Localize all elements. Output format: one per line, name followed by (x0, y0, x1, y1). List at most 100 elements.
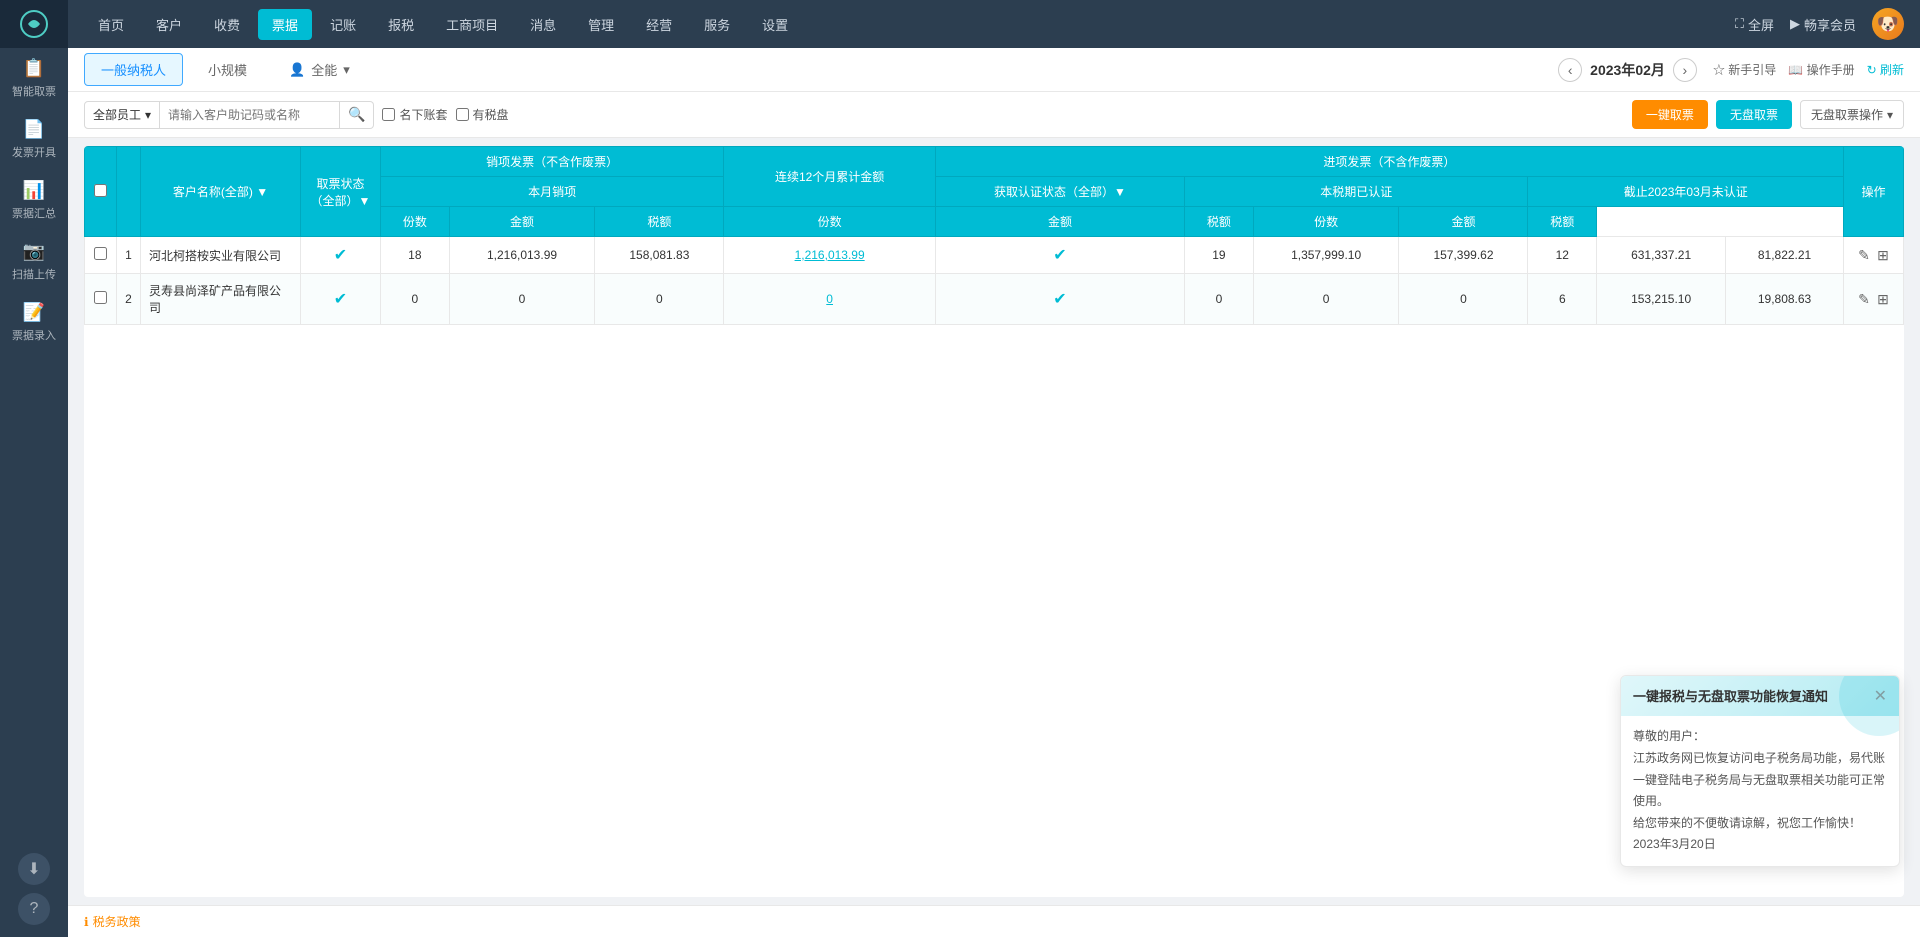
sidebar-item-label-scan-upload: 扫描上传 (12, 266, 56, 282)
no-disk-ops-btn[interactable]: 无盘取票操作 ▾ (1800, 100, 1904, 129)
notif-decor-shape (1839, 676, 1899, 736)
new-guide-btn[interactable]: ☆ 新手引导 (1713, 61, 1776, 78)
no-disk-ticket-btn[interactable]: 无盘取票 (1716, 100, 1792, 129)
th-status-label: 取票状态（全部）▼ (311, 177, 371, 208)
row1-uncert-amount: 631,337.21 (1597, 237, 1726, 274)
nav-message[interactable]: 消息 (516, 9, 570, 40)
sidebar: 📋 智能取票 📄 发票开具 📊 票据汇总 📷 扫描上传 📝 票据录入 ⬇ ? (0, 0, 68, 937)
notif-line3: 给您带来的不便敬请谅解，祝您工作愉快！ (1633, 813, 1887, 835)
manual-btn[interactable]: 📖 操作手册 (1788, 61, 1854, 78)
row2-uncert-amount: 153,215.10 (1597, 274, 1726, 325)
one-click-ticket-btn[interactable]: 一键取票 (1632, 100, 1708, 129)
notif-decor (1819, 676, 1899, 736)
tax-disk-checkbox-label[interactable]: 有税盘 (456, 106, 509, 123)
select-all-checkbox[interactable] (94, 184, 107, 197)
nav-operations[interactable]: 经营 (632, 9, 686, 40)
tax-policy-link[interactable]: ℹ 税务政策 (84, 913, 141, 930)
nav-ticket[interactable]: 票据 (258, 9, 312, 40)
tab-small-scale-label: 小规模 (208, 60, 247, 79)
th-sales-month: 本月销项 (381, 177, 724, 207)
nav-accounting[interactable]: 记账 (316, 9, 370, 40)
sidebar-download-btn[interactable]: ⬇ (18, 853, 50, 885)
row2-sales-amount: 0 (449, 274, 595, 325)
fullscreen-btn[interactable]: ⛶ 全屏 (1735, 15, 1774, 34)
tab-small-scale[interactable]: 小规模 (191, 53, 264, 86)
row1-cert-amount: 1,357,999.10 (1253, 237, 1399, 274)
tab-general-taxpayer-label: 一般纳税人 (101, 60, 166, 79)
row1-sales-tax: 158,081.83 (595, 237, 724, 274)
nav-tax[interactable]: 报税 (374, 9, 428, 40)
th-uncert-count: 份数 (1253, 207, 1399, 237)
row2-checkbox[interactable] (85, 274, 117, 325)
employee-selector[interactable]: 全部员工 ▾ (84, 101, 160, 129)
smart-ticket-icon: 📋 (23, 58, 45, 79)
tax-disk-checkbox[interactable] (456, 108, 469, 121)
row2-cert-count: 0 (1185, 274, 1254, 325)
nav-commerce[interactable]: 工商项目 (432, 9, 512, 40)
row1-edit-icon[interactable]: ✎ (1858, 247, 1870, 263)
row1-checkbox[interactable] (85, 237, 117, 274)
nav-manage[interactable]: 管理 (574, 9, 628, 40)
customer-search-input[interactable] (160, 101, 340, 129)
tab-nav-right: ☆ 新手引导 📖 操作手册 ↻ 刷新 (1713, 61, 1904, 78)
tab-all-capability[interactable]: 👤 全能 ▾ (272, 53, 367, 86)
row1-cert-status: ✔ (935, 237, 1184, 274)
th-customer-label: 客户名称(全部) ▼ (173, 185, 268, 199)
topnav-right: ⛶ 全屏 ▶ 畅享会员 🐶 (1735, 8, 1904, 40)
row2-cert-status: ✔ (935, 274, 1184, 325)
tab-general-taxpayer[interactable]: 一般纳税人 (84, 53, 183, 86)
row1-sales-count: 18 (381, 237, 450, 274)
search-icon: 🔍 (348, 106, 365, 123)
row1-status: ✔ (301, 237, 381, 274)
notif-title: 一键报税与无盘取票功能恢复通知 (1633, 686, 1828, 705)
notif-body: 尊敬的用户： 江苏政务网已恢复访问电子税务局功能，易代账一键登陆电子税务局与无盘… (1621, 716, 1899, 866)
refresh-icon: ↻ (1867, 63, 1877, 77)
notif-header: 一键报税与无盘取票功能恢复通知 ✕ (1621, 676, 1899, 716)
sidebar-item-invoice-issue[interactable]: 📄 发票开具 (0, 109, 68, 170)
sidebar-bottom: ⬇ ? (18, 853, 50, 937)
ticket-summary-icon: 📊 (23, 180, 45, 201)
fullscreen-label: 全屏 (1748, 15, 1774, 34)
row1-cert-count: 19 (1185, 237, 1254, 274)
nav-fee[interactable]: 收费 (200, 9, 254, 40)
manual-icon: 📖 (1788, 63, 1803, 77)
refresh-btn[interactable]: ↻ 刷新 (1867, 61, 1904, 78)
sidebar-item-ticket-entry[interactable]: 📝 票据录入 (0, 292, 68, 353)
sidebar-item-smart-ticket[interactable]: 📋 智能取票 (0, 48, 68, 109)
account-checkbox[interactable] (382, 108, 395, 121)
sidebar-help-btn[interactable]: ? (18, 893, 50, 925)
row1-view-icon[interactable]: ⊞ (1877, 247, 1889, 263)
th-sales-group: 销项发票（不含作废票） (381, 147, 724, 177)
row2-view-icon[interactable]: ⊞ (1877, 291, 1889, 307)
nav-home[interactable]: 首页 (84, 9, 138, 40)
person-icon: 👤 (289, 62, 305, 78)
top-nav: 首页 客户 收费 票据 记账 报税 工商项目 消息 管理 经营 服务 设置 ⛶ … (68, 0, 1920, 48)
th-action: 操作 (1844, 147, 1904, 237)
th-sales-amount: 金额 (449, 207, 595, 237)
th-no (117, 147, 141, 237)
row1-no: 1 (117, 237, 141, 274)
search-button[interactable]: 🔍 (340, 101, 374, 129)
notif-date: 2023年3月20日 (1633, 834, 1887, 856)
table-row: 2 灵寿县尚泽矿产品有限公司 ✔ 0 0 0 0 ✔ 0 0 0 6 153,2… (85, 274, 1904, 325)
next-month-btn[interactable]: › (1673, 58, 1697, 82)
row1-status-icon: ✔ (334, 247, 347, 264)
th-checkbox (85, 147, 117, 237)
toolbar: 全部员工 ▾ 🔍 名下账套 有税盘 一键取票 无盘取票 无盘取票 (68, 92, 1920, 138)
sidebar-item-ticket-summary[interactable]: 📊 票据汇总 (0, 170, 68, 231)
th-purchase-uncert: 截止2023年03月未认证 (1528, 177, 1844, 207)
nav-customer[interactable]: 客户 (142, 9, 196, 40)
row2-edit-icon[interactable]: ✎ (1858, 291, 1870, 307)
user-avatar[interactable]: 🐶 (1872, 8, 1904, 40)
fullscreen-icon: ⛶ (1735, 16, 1744, 32)
nav-settings[interactable]: 设置 (748, 9, 802, 40)
th-cert-count: 份数 (724, 207, 936, 237)
sidebar-item-scan-upload[interactable]: 📷 扫描上传 (0, 231, 68, 292)
row2-status: ✔ (301, 274, 381, 325)
sidebar-item-label-ticket-entry: 票据录入 (12, 327, 56, 343)
vip-btn[interactable]: ▶ 畅享会员 (1790, 15, 1856, 34)
account-checkbox-label[interactable]: 名下账套 (382, 106, 447, 123)
row1-sales-amount: 1,216,013.99 (449, 237, 595, 274)
prev-month-btn[interactable]: ‹ (1558, 58, 1582, 82)
nav-service[interactable]: 服务 (690, 9, 744, 40)
